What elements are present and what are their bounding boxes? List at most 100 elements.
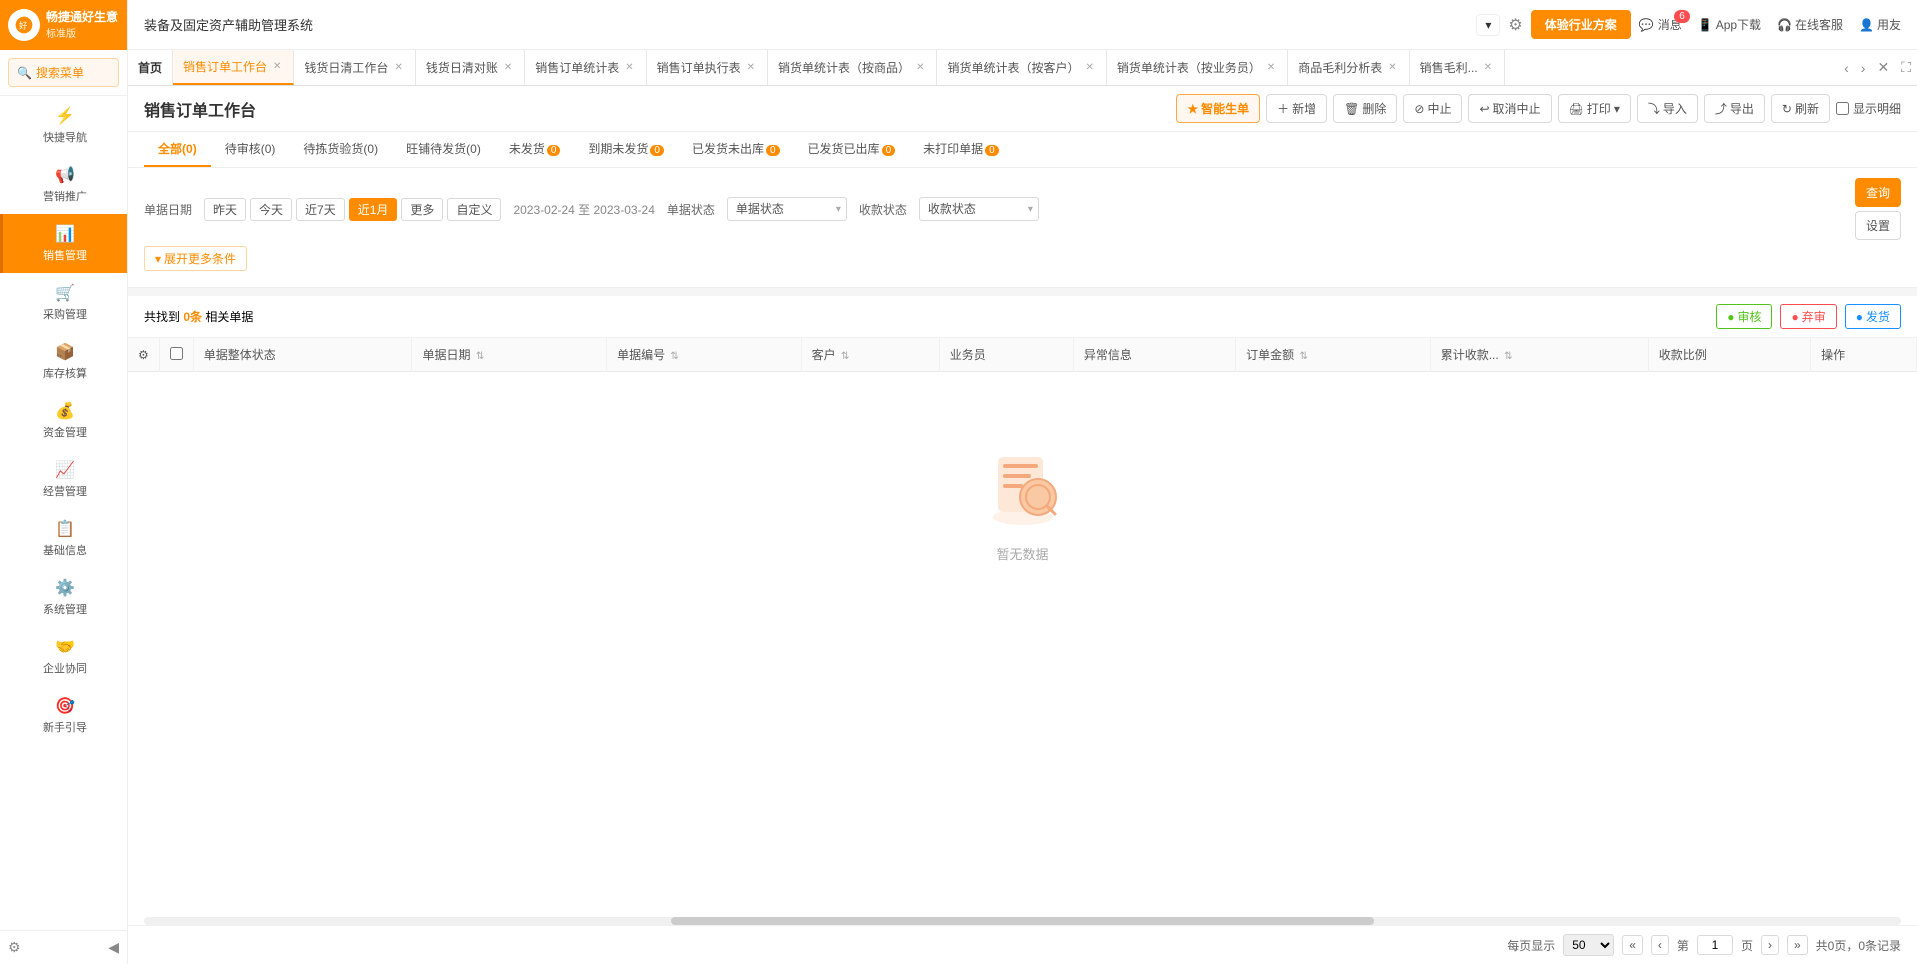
first-page-button[interactable]: « xyxy=(1622,935,1643,955)
col-amount[interactable]: 订单金额 ⇅ xyxy=(1236,338,1431,372)
tab-sales-stat[interactable]: 销售订单统计表 ✕ xyxy=(525,50,646,85)
prev-page-button[interactable]: ‹ xyxy=(1651,935,1669,955)
select-all-checkbox[interactable] xyxy=(170,347,183,360)
date-btn-today[interactable]: 今天 xyxy=(250,198,292,221)
col-collected[interactable]: 累计收款... ⇅ xyxy=(1430,338,1648,372)
sidebar-item-collab[interactable]: 🤝 企业协同 xyxy=(0,627,127,686)
per-page-select[interactable]: 10 20 50 100 xyxy=(1563,934,1614,956)
new-button[interactable]: ＋ 新增 xyxy=(1266,94,1327,123)
status-select[interactable]: 单据状态 xyxy=(727,197,847,221)
sidebar-item-guide[interactable]: 🎯 新手引导 xyxy=(0,686,127,745)
tab-scroll-right-button[interactable]: › xyxy=(1855,56,1872,80)
filter-settings-button[interactable]: 设置 xyxy=(1855,211,1901,240)
subtab-shipped-not-out[interactable]: 已发货未出库0 xyxy=(678,132,794,167)
tab-close-daily-cash[interactable]: ✕ xyxy=(392,61,404,74)
topbar-settings-button[interactable]: ⚙ xyxy=(1508,15,1522,35)
col-date[interactable]: 单据日期 ⇅ xyxy=(412,338,607,372)
tab-sales-summary-staff[interactable]: 销货单统计表（按业务员） ✕ xyxy=(1107,50,1288,85)
show-detail-checkbox[interactable] xyxy=(1836,102,1849,115)
subtab-wangpu-pending[interactable]: 旺铺待发货(0) xyxy=(392,132,495,167)
tab-sales-more[interactable]: 销售毛利... ✕ xyxy=(1410,50,1505,85)
tab-sales-summary-client[interactable]: 销货单统计表（按客户） ✕ xyxy=(937,50,1106,85)
sidebar-item-sales[interactable]: 📊 销售管理 xyxy=(0,214,127,273)
payment-select[interactable]: 收款状态 xyxy=(919,197,1039,221)
sidebar-item-marketing[interactable]: 📢 营销推广 xyxy=(0,155,127,214)
tab-cash-reconcile[interactable]: 钱货日清对账 ✕ xyxy=(416,50,525,85)
date-btn-custom[interactable]: 自定义 xyxy=(447,198,501,221)
col-settings[interactable]: ⚙ xyxy=(128,338,159,372)
tab-sales-exec[interactable]: 销售订单执行表 ✕ xyxy=(647,50,768,85)
tab-close-sales-summary-client[interactable]: ✕ xyxy=(1083,61,1095,74)
tab-close-sales-summary-staff[interactable]: ✕ xyxy=(1265,61,1277,74)
subtab-shipped-out[interactable]: 已发货已出库0 xyxy=(794,132,910,167)
search-menu-button[interactable]: 🔍 搜索菜单 xyxy=(8,58,119,87)
tab-close-sales-stat[interactable]: ✕ xyxy=(623,61,635,74)
sidebar-item-operation[interactable]: 📈 经营管理 xyxy=(0,450,127,509)
scrollbar-thumb[interactable] xyxy=(671,917,1374,925)
tab-close-sales-order[interactable]: ✕ xyxy=(271,60,283,73)
cancel-suspend-button[interactable]: ↩ 取消中止 xyxy=(1468,94,1551,123)
subtab-all[interactable]: 全部(0) xyxy=(144,132,211,167)
subtab-not-shipped[interactable]: 未发货0 xyxy=(495,132,575,167)
logo-area: 好 畅捷通好生意 标准版 xyxy=(0,0,127,50)
sidebar-item-finance[interactable]: 💰 资金管理 xyxy=(0,391,127,450)
sidebar-item-quick-nav[interactable]: ⚡ 快捷导航 xyxy=(0,96,127,155)
tab-close-margin-analysis[interactable]: ✕ xyxy=(1386,61,1398,74)
tab-margin-analysis[interactable]: 商品毛利分析表 ✕ xyxy=(1288,50,1409,85)
show-detail-label[interactable]: 显示明细 xyxy=(1836,100,1901,117)
sidebar-collapse-button[interactable]: ◀ xyxy=(108,939,119,956)
subtab-not-printed[interactable]: 未打印单据0 xyxy=(909,132,1013,167)
sidebar-item-purchase[interactable]: 🛒 采购管理 xyxy=(0,273,127,332)
tab-daily-cash[interactable]: 钱货日清工作台 ✕ xyxy=(294,50,415,85)
subtab-pending-review[interactable]: 待审核(0) xyxy=(211,132,290,167)
sidebar-item-base[interactable]: 📋 基础信息 xyxy=(0,509,127,568)
deliver-button[interactable]: ● 发货 xyxy=(1845,304,1901,329)
tab-sales-summary-product[interactable]: 销货单统计表（按商品） ✕ xyxy=(768,50,937,85)
print-button[interactable]: 🖨 打印 ▾ xyxy=(1558,94,1631,123)
export-button[interactable]: ⤴ 导出 xyxy=(1704,94,1765,123)
message-button[interactable]: 💬 消息 6 xyxy=(1639,16,1682,33)
sidebar: 好 畅捷通好生意 标准版 🔍 搜索菜单 ⚡ 快捷导航 📢 营销推广 📊 销售管理… xyxy=(0,0,128,964)
industry-solution-button[interactable]: 体验行业方案 xyxy=(1531,10,1631,39)
page-number-input[interactable] xyxy=(1697,935,1733,955)
refresh-icon: ↻ xyxy=(1782,102,1792,116)
subtab-expired-not-shipped[interactable]: 到期未发货0 xyxy=(574,132,678,167)
date-btn-yesterday[interactable]: 昨天 xyxy=(204,198,246,221)
tab-close-all-button[interactable]: ✕ xyxy=(1871,55,1895,80)
tab-close-cash-reconcile[interactable]: ✕ xyxy=(502,61,514,74)
table-header-row: ⚙ 单据整体状态 单据日期 ⇅ xyxy=(128,338,1917,372)
approve-button[interactable]: ● 审核 xyxy=(1716,304,1772,329)
next-page-button[interactable]: › xyxy=(1761,935,1779,955)
tab-close-sales-exec[interactable]: ✕ xyxy=(745,61,757,74)
date-btn-more[interactable]: 更多 xyxy=(401,198,443,221)
import-button[interactable]: ⤵ 导入 xyxy=(1637,94,1698,123)
subtab-pending-inspect[interactable]: 待拣货验货(0) xyxy=(289,132,392,167)
refresh-button[interactable]: ↻ 刷新 xyxy=(1771,94,1830,123)
col-number[interactable]: 单据编号 ⇅ xyxy=(607,338,802,372)
date-btn-7days[interactable]: 近7天 xyxy=(296,198,345,221)
col-client[interactable]: 客户 ⇅ xyxy=(801,338,939,372)
expand-conditions-button[interactable]: ▾ 展开更多条件 xyxy=(144,246,247,271)
tab-close-sales-summary-product[interactable]: ✕ xyxy=(914,61,926,74)
last-page-button[interactable]: » xyxy=(1787,935,1808,955)
table-horizontal-scrollbar[interactable] xyxy=(144,917,1901,925)
date-btn-1month[interactable]: 近1月 xyxy=(349,198,398,221)
user-menu-button[interactable]: 👤 用友 xyxy=(1859,16,1901,33)
suspend-button[interactable]: ⊘ 中止 xyxy=(1403,94,1462,123)
smart-create-button[interactable]: ★ 智能生单 xyxy=(1176,94,1260,123)
sidebar-item-inventory[interactable]: 📦 库存核算 xyxy=(0,332,127,391)
online-service-button[interactable]: 🎧 在线客服 xyxy=(1777,16,1843,33)
col-checkbox[interactable] xyxy=(159,338,193,372)
tab-fullscreen-button[interactable]: ⛶ xyxy=(1895,55,1917,80)
tab-home[interactable]: 首页 xyxy=(128,50,173,85)
query-button[interactable]: 查询 xyxy=(1855,178,1901,207)
app-download-button[interactable]: 📱 App下载 xyxy=(1698,16,1761,33)
unapprove-button[interactable]: ● 弃审 xyxy=(1780,304,1836,329)
tab-scroll-left-button[interactable]: ‹ xyxy=(1838,56,1855,80)
system-dropdown-button[interactable]: ▾ xyxy=(1476,14,1500,36)
tab-close-sales-more[interactable]: ✕ xyxy=(1482,61,1494,74)
sidebar-settings-button[interactable]: ⚙ xyxy=(8,939,21,956)
sidebar-item-system[interactable]: ⚙️ 系统管理 xyxy=(0,568,127,627)
tab-sales-order[interactable]: 销售订单工作台 ✕ xyxy=(173,50,294,85)
delete-button[interactable]: 🗑 删除 xyxy=(1333,94,1397,123)
